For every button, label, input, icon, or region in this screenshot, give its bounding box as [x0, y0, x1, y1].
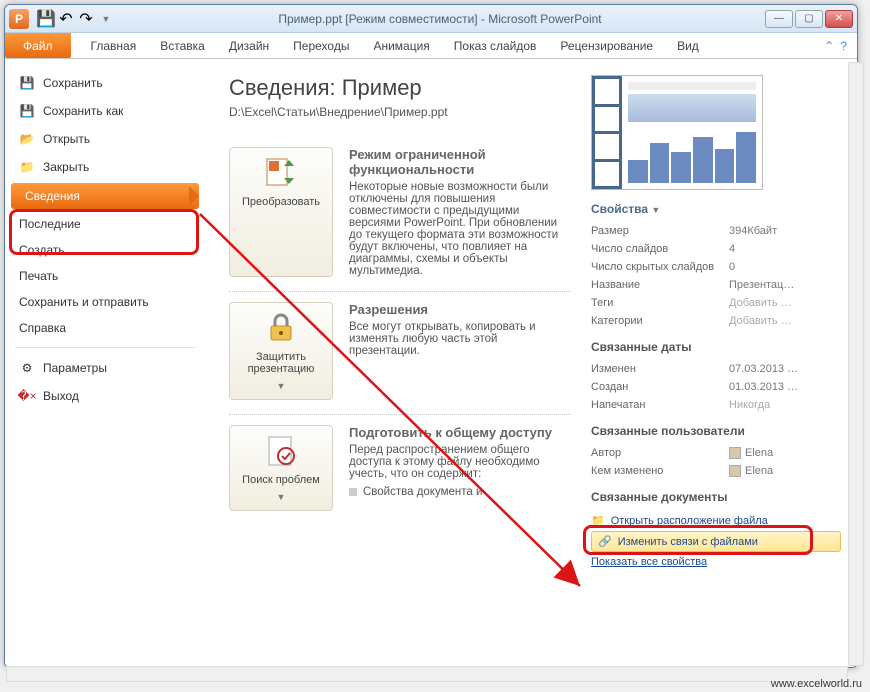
nav-exit[interactable]: �×Выход: [5, 382, 205, 410]
nav-save-send[interactable]: Сохранить и отправить: [5, 289, 205, 315]
prop-title[interactable]: НазваниеПрезентац…: [591, 276, 841, 294]
titlebar: P 💾 ↶ ↷ ▼ Пример.ppt [Режим совместимост…: [5, 5, 857, 33]
checklist-icon: [264, 434, 298, 468]
nav-help[interactable]: Справка: [5, 315, 205, 341]
vertical-scrollbar[interactable]: [848, 62, 858, 666]
tab-review[interactable]: Рецензирование: [548, 33, 665, 58]
prop-slides: Число слайдов4: [591, 240, 841, 258]
section-permissions: Защитить презентацию ▼ Разрешения Все мо…: [229, 292, 571, 415]
prop-printed: НапечатанНикогда: [591, 396, 841, 414]
window-title: Пример.ppt [Режим совместимости] - Micro…: [115, 12, 765, 26]
prop-categories[interactable]: КатегорииДобавить …: [591, 312, 841, 330]
undo-icon[interactable]: ↶: [57, 10, 75, 28]
docs-heading: Связанные документы: [591, 490, 841, 504]
bullet-icon: [349, 488, 357, 496]
backstage-content: Сведения: Пример D:\Excel\Статьи\Внедрен…: [205, 59, 857, 667]
prop-size: Размер394Кбайт: [591, 222, 841, 240]
info-title: Сведения: Пример: [229, 75, 571, 101]
folder-open-icon: 📂: [19, 131, 35, 147]
maximize-button[interactable]: ▢: [795, 10, 823, 28]
tab-animations[interactable]: Анимация: [361, 33, 441, 58]
save-icon: 💾: [19, 75, 35, 91]
app-window: P 💾 ↶ ↷ ▼ Пример.ppt [Режим совместимост…: [4, 4, 858, 668]
tab-insert[interactable]: Вставка: [148, 33, 217, 58]
save-as-icon: 💾: [19, 103, 35, 119]
info-path: D:\Excel\Статьи\Внедрение\Пример.ppt: [229, 105, 571, 119]
nav-save-as[interactable]: 💾Сохранить как: [5, 97, 205, 125]
tab-transitions[interactable]: Переходы: [281, 33, 361, 58]
nav-new[interactable]: Создать: [5, 237, 205, 263]
nav-close[interactable]: 📁Закрыть: [5, 153, 205, 181]
exit-icon: �×: [19, 388, 35, 404]
open-file-location-link[interactable]: 📁Открыть расположение файла: [591, 510, 841, 531]
info-column: Сведения: Пример D:\Excel\Статьи\Внедрен…: [229, 75, 571, 667]
quick-access-toolbar: P 💾 ↶ ↷ ▼: [9, 9, 115, 29]
ribbon-minimize-icon[interactable]: ⌃: [824, 39, 834, 53]
nav-separator: [15, 347, 195, 348]
compat-text: Режим ограниченной функциональности Неко…: [349, 147, 571, 277]
prop-created: Создан01.03.2013 …: [591, 378, 841, 396]
convert-button[interactable]: Преобразовать: [229, 147, 333, 277]
show-all-properties-link[interactable]: Показать все свойства: [591, 552, 841, 572]
person-icon: [729, 447, 741, 459]
folder-icon: 📁: [591, 514, 605, 527]
link-icon: 🔗: [598, 535, 612, 548]
close-button[interactable]: ✕: [825, 10, 853, 28]
powerpoint-logo-icon: P: [9, 9, 29, 29]
chevron-down-icon: ▼: [277, 381, 286, 391]
prop-tags[interactable]: ТегиДобавить …: [591, 294, 841, 312]
prep-text: Подготовить к общему доступу Перед распр…: [349, 425, 571, 511]
backstage: 💾Сохранить 💾Сохранить как 📂Открыть 📁Закр…: [5, 59, 857, 667]
qat-dropdown-icon[interactable]: ▼: [97, 10, 115, 28]
nav-info[interactable]: Сведения: [11, 183, 199, 209]
person-icon: [729, 465, 741, 477]
folder-close-icon: 📁: [19, 159, 35, 175]
tab-design[interactable]: Дизайн: [217, 33, 281, 58]
prop-author[interactable]: АвторElena: [591, 444, 841, 462]
save-icon[interactable]: 💾: [37, 10, 55, 28]
watermark: www.excelworld.ru: [771, 678, 862, 690]
dates-heading: Связанные даты: [591, 340, 841, 354]
users-heading: Связанные пользователи: [591, 424, 841, 438]
nav-options[interactable]: ⚙Параметры: [5, 354, 205, 382]
lock-icon: [264, 311, 298, 345]
prop-hidden: Число скрытых слайдов0: [591, 258, 841, 276]
tab-view[interactable]: Вид: [665, 33, 711, 58]
help-icon[interactable]: ?: [840, 39, 847, 53]
options-icon: ⚙: [19, 360, 35, 376]
prop-modified: Изменен07.03.2013 …: [591, 360, 841, 378]
nav-save[interactable]: 💾Сохранить: [5, 69, 205, 97]
nav-open[interactable]: 📂Открыть: [5, 125, 205, 153]
nav-print[interactable]: Печать: [5, 263, 205, 289]
section-prepare: Поиск проблем ▼ Подготовить к общему дос…: [229, 415, 571, 525]
minimize-button[interactable]: —: [765, 10, 793, 28]
nav-recent[interactable]: Последние: [5, 211, 205, 237]
perm-text: Разрешения Все могут открывать, копирова…: [349, 302, 571, 400]
tab-slideshow[interactable]: Показ слайдов: [442, 33, 549, 58]
window-controls: — ▢ ✕: [765, 10, 853, 28]
protect-button[interactable]: Защитить презентацию ▼: [229, 302, 333, 400]
backstage-nav: 💾Сохранить 💾Сохранить как 📂Открыть 📁Закр…: [5, 59, 205, 667]
convert-icon: [264, 156, 298, 190]
horizontal-scrollbar[interactable]: [6, 666, 848, 668]
ribbon-tabs: Файл Главная Вставка Дизайн Переходы Ани…: [5, 33, 857, 59]
check-issues-button[interactable]: Поиск проблем ▼: [229, 425, 333, 511]
slide-thumbnail[interactable]: [591, 75, 763, 190]
section-compatibility: Преобразовать Режим ограниченной функцио…: [229, 137, 571, 292]
properties-dropdown[interactable]: Свойства ▼: [591, 202, 841, 216]
redo-icon[interactable]: ↷: [77, 10, 95, 28]
prop-modified-by: Кем измененоElena: [591, 462, 841, 480]
properties-pane: Свойства ▼ Размер394Кбайт Число слайдов4…: [591, 75, 841, 667]
edit-links-link[interactable]: 🔗Изменить связи с файлами: [591, 531, 841, 552]
tab-home[interactable]: Главная: [79, 33, 149, 58]
chevron-down-icon: ▼: [277, 492, 286, 502]
tab-file[interactable]: Файл: [5, 33, 71, 58]
